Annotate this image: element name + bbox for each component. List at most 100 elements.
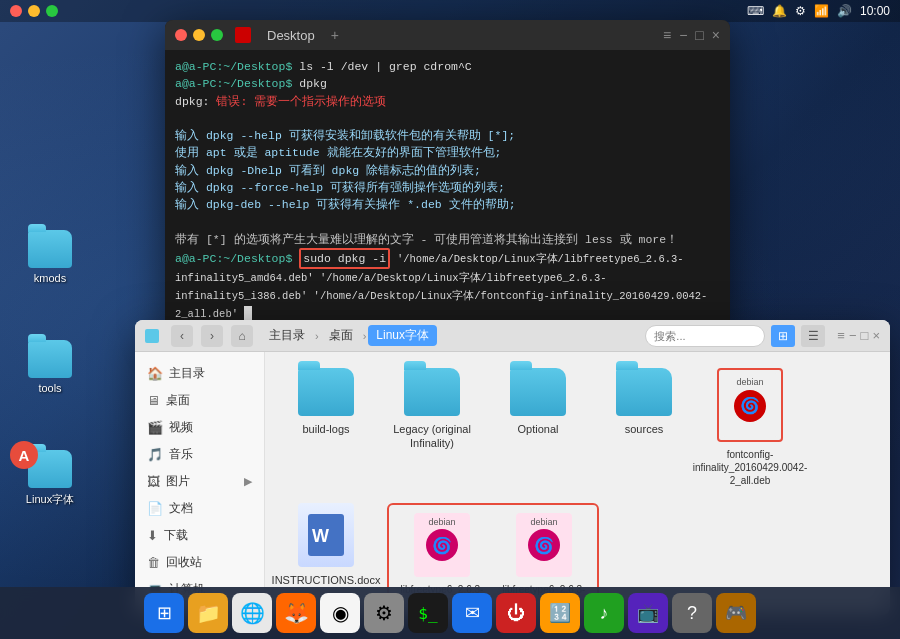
fm-back-btn[interactable]: ‹ <box>171 325 193 347</box>
desktop-icon-label: tools <box>38 382 61 394</box>
fm-minimize-icon[interactable]: − <box>849 328 857 343</box>
sidebar-item-trash[interactable]: 🗑 回收站 <box>135 549 264 576</box>
sidebar-item-video[interactable]: 🎬 视频 <box>135 414 264 441</box>
docx-icon: W <box>298 503 354 567</box>
sidebar-item-downloads[interactable]: ⬇ 下载 <box>135 522 264 549</box>
traffic-light-red[interactable] <box>10 5 22 17</box>
terminal-menu-icon[interactable]: ≡ <box>663 27 671 43</box>
taskbar-files-btn[interactable]: 📁 <box>188 593 228 633</box>
terminal-minimize-icon[interactable]: − <box>679 27 687 43</box>
sidebar-item-label: 主目录 <box>169 365 205 382</box>
fm-titlebar: ‹ › ⌂ 主目录 › 桌面 › Linux字体 ⊞ ☰ ≡ − □ × <box>135 320 890 352</box>
terminal-blank <box>175 213 720 230</box>
sidebar-item-desktop[interactable]: 🖥 桌面 <box>135 387 264 414</box>
sidebar-item-home[interactable]: 🏠 主目录 <box>135 360 264 387</box>
menubar: ⌨ 🔔 ⚙ 📶 🔊 10:00 <box>0 0 900 22</box>
taskbar-game-btn[interactable]: 🎮 <box>716 593 756 633</box>
desktop-icon-label: kmods <box>34 272 66 284</box>
traffic-light-green[interactable] <box>46 5 58 17</box>
terminal-info2-line: 带有 [*] 的选项将产生大量难以理解的文字 - 可使用管道将其输出连接到 le… <box>175 231 720 248</box>
fm-folder-legacy[interactable]: Legacy (original Infinality) <box>387 368 477 487</box>
taskbar-start-btn[interactable]: ⊞ <box>144 593 184 633</box>
taskbar-unknown1-btn[interactable]: ? <box>672 593 712 633</box>
fm-folder-optional[interactable]: Optional <box>493 368 583 487</box>
fm-breadcrumb-desktop[interactable]: 桌面 <box>321 325 361 346</box>
taskbar-screen-btn[interactable]: 📺 <box>628 593 668 633</box>
fm-menu-icon[interactable]: ≡ <box>837 328 845 343</box>
terminal-new-tab-btn[interactable]: + <box>331 27 339 43</box>
menubar-right: ⌨ 🔔 ⚙ 📶 🔊 10:00 <box>747 4 890 18</box>
fm-breadcrumb-linux-fonts[interactable]: Linux字体 <box>368 325 437 346</box>
taskbar-calc-btn[interactable]: 🔢 <box>540 593 580 633</box>
filemanager-window: ‹ › ⌂ 主目录 › 桌面 › Linux字体 ⊞ ☰ ≡ − □ × <box>135 320 890 615</box>
taskbar-poweroff-btn[interactable]: ⏻ <box>496 593 536 633</box>
fm-sidebar: 🏠 主目录 🖥 桌面 🎬 视频 🎵 音乐 🖼 图片 <box>135 352 265 615</box>
desktop-icon-tools[interactable]: tools <box>20 340 80 394</box>
badge-a: A <box>10 441 38 469</box>
desktop-icon-kmods[interactable]: kmods <box>20 230 80 284</box>
fm-forward-btn[interactable]: › <box>201 325 223 347</box>
taskbar-music-btn[interactable]: ♪ <box>584 593 624 633</box>
taskbar-email-btn[interactable]: ✉ <box>452 593 492 633</box>
fm-home-btn[interactable]: ⌂ <box>231 325 253 347</box>
sidebar-item-documents[interactable]: 📄 文档 <box>135 495 264 522</box>
menubar-settings-icon: ⚙ <box>795 4 806 18</box>
terminal-info-line: 使用 apt 或是 aptitude 就能在友好的界面下管理软件包; <box>175 144 720 161</box>
fm-content: build-logs Legacy (original Infinality) … <box>265 352 890 615</box>
fm-titlebar-right: ⊞ ☰ ≡ − □ × <box>645 325 880 347</box>
music-icon: 🎵 <box>147 447 163 462</box>
fm-item-label: INSTRUCTIONS.docx <box>272 573 381 587</box>
terminal-sudo-line: a@a-PC:~/Desktop$ sudo dpkg -i '/home/a/… <box>175 248 720 323</box>
fm-item-label: sources <box>625 422 664 436</box>
terminal-app-icon <box>235 27 251 43</box>
fm-win-controls: ≡ − □ × <box>837 328 880 343</box>
fm-app-icon <box>145 329 159 343</box>
sidebar-item-music[interactable]: 🎵 音乐 <box>135 441 264 468</box>
menubar-volume-icon: 🔊 <box>837 4 852 18</box>
taskbar-browser-btn[interactable]: 🌐 <box>232 593 272 633</box>
terminal-close-icon[interactable]: × <box>712 27 720 43</box>
terminal-maximize-btn[interactable] <box>211 29 223 41</box>
taskbar-terminal-btn[interactable]: $_ <box>408 593 448 633</box>
terminal-body[interactable]: a@a-PC:~/Desktop$ ls -l /dev | grep cdro… <box>165 50 730 330</box>
fm-close-icon[interactable]: × <box>872 328 880 343</box>
sidebar-item-label: 桌面 <box>166 392 190 409</box>
terminal-close-btn[interactable] <box>175 29 187 41</box>
sidebar-item-label: 下载 <box>164 527 188 544</box>
fm-item-label: Optional <box>518 422 559 436</box>
fm-breadcrumb-home[interactable]: 主目录 <box>261 325 313 346</box>
taskbar-settings-btn[interactable]: ⚙ <box>364 593 404 633</box>
svg-text:W: W <box>312 526 329 546</box>
terminal-highlight-cmd: sudo dpkg -i <box>299 248 390 269</box>
terminal-traffic-lights <box>175 29 223 41</box>
menubar-wifi-icon: 📶 <box>814 4 829 18</box>
taskbar-chrome-btn[interactable]: ◉ <box>320 593 360 633</box>
fm-folder-build-logs[interactable]: build-logs <box>281 368 371 487</box>
download-icon: ⬇ <box>147 528 158 543</box>
sidebar-item-label: 音乐 <box>169 446 193 463</box>
fm-maximize-icon[interactable]: □ <box>861 328 869 343</box>
fm-list-view-btn[interactable]: ☰ <box>801 325 825 347</box>
menubar-left <box>10 5 58 17</box>
fm-grid-view-btn[interactable]: ⊞ <box>771 325 795 347</box>
sidebar-item-pictures[interactable]: 🖼 图片 ▶ <box>135 468 264 495</box>
traffic-light-yellow[interactable] <box>28 5 40 17</box>
home-icon: 🏠 <box>147 366 163 381</box>
terminal-minimize-btn[interactable] <box>193 29 205 41</box>
fm-breadcrumb: 主目录 › 桌面 › Linux字体 <box>261 325 437 346</box>
sidebar-item-label: 图片 <box>166 473 190 490</box>
menubar-clock: 10:00 <box>860 4 890 18</box>
terminal-title: Desktop <box>267 28 315 43</box>
terminal-maximize-icon[interactable]: □ <box>695 27 703 43</box>
terminal-window: Desktop + ≡ − □ × a@a-PC:~/Desktop$ ls -… <box>165 20 730 330</box>
folder-icon <box>28 340 72 378</box>
video-icon: 🎬 <box>147 420 163 435</box>
fm-folder-sources[interactable]: sources <box>599 368 689 487</box>
desktop: ⌨ 🔔 ⚙ 📶 🔊 10:00 kmods tools Linux字体 D <box>0 0 900 639</box>
fm-file-fontconfig[interactable]: debian 🌀 fontconfig-infinality_20160429.… <box>705 368 795 487</box>
sidebar-item-label: 文档 <box>169 500 193 517</box>
folder-icon <box>510 368 566 416</box>
fm-search-input[interactable] <box>645 325 765 347</box>
taskbar-firefox-btn[interactable]: 🦊 <box>276 593 316 633</box>
terminal-cursor <box>244 306 252 320</box>
